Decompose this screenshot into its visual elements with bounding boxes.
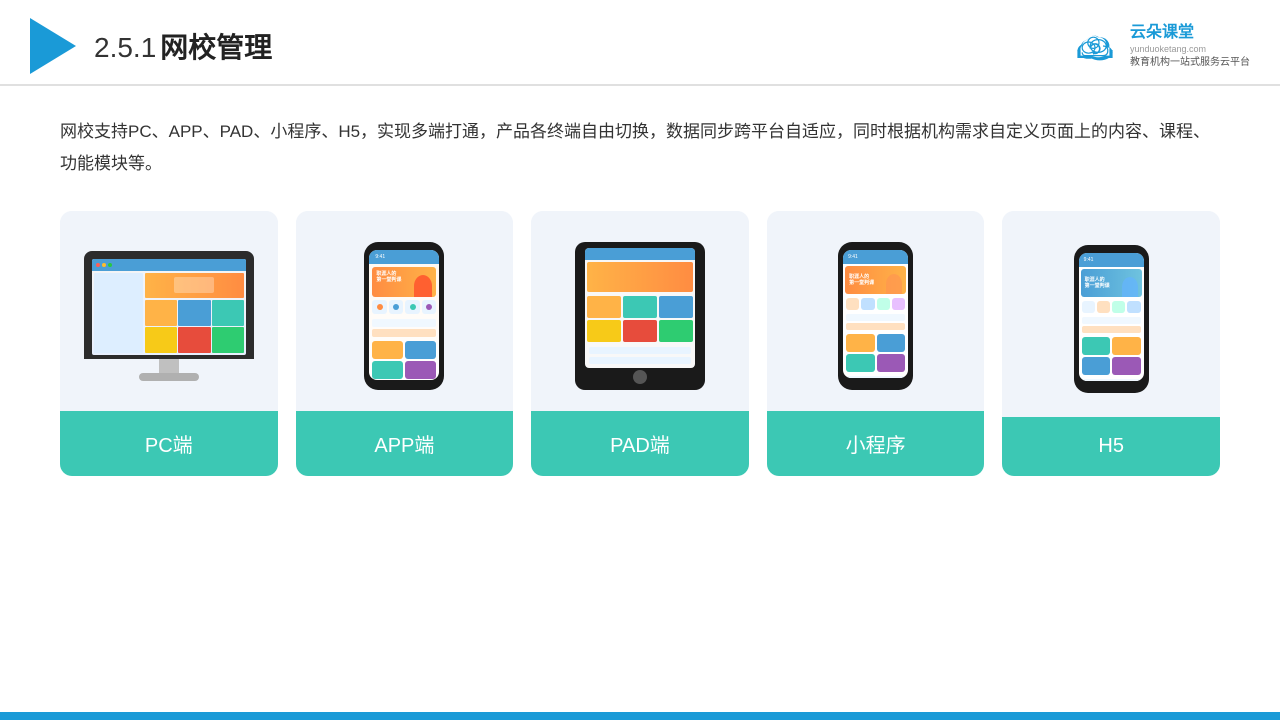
card-app: 9:41 职涯人的第一堂判课 [296, 211, 514, 476]
card-miniprogram-label: 小程序 [767, 411, 985, 476]
brand-text-block: 云朵课堂 yunduoketang.com 教育机构一站式服务云平台 [1130, 23, 1250, 68]
section-number: 2.5.1 [94, 32, 156, 63]
tablet-mockup [575, 242, 705, 390]
monitor-mockup [84, 251, 254, 381]
card-h5-image: 9:41 职涯人的第一堂判课 [1002, 211, 1220, 417]
card-pad-image [531, 211, 749, 411]
brand-logo: 云朵课堂 yunduoketang.com 教育机构一站式服务云平台 [1070, 23, 1250, 68]
card-h5: 9:41 职涯人的第一堂判课 [1002, 211, 1220, 476]
main-content: 网校支持PC、APP、PAD、小程序、H5，实现多端打通，产品各终端自由切换，数… [0, 86, 1280, 496]
mini-phone-mockup-1: 9:41 职涯人的第一堂判课 [838, 242, 913, 390]
phone-mockup: 9:41 职涯人的第一堂判课 [364, 242, 444, 390]
card-h5-label: H5 [1002, 417, 1220, 476]
card-pad-label: PAD端 [531, 411, 749, 476]
brand-url: yunduoketang.com [1130, 44, 1250, 56]
bottom-bar [0, 712, 1280, 720]
card-pad: PAD端 [531, 211, 749, 476]
page-title: 2.5.1网校管理 [94, 26, 272, 66]
header-left: 2.5.1网校管理 [30, 18, 272, 74]
card-app-label: APP端 [296, 411, 514, 476]
cloud-icon [1070, 30, 1120, 62]
card-pc-label: PC端 [60, 411, 278, 476]
mini-phone-mockup-2: 9:41 职涯人的第一堂判课 [1074, 245, 1149, 393]
card-app-image: 9:41 职涯人的第一堂判课 [296, 211, 514, 411]
brand-slogan: 教育机构一站式服务云平台 [1130, 56, 1250, 69]
logo-icon [30, 18, 76, 74]
platform-cards-row: PC端 9:41 职涯人的第一堂判课 [60, 211, 1220, 476]
card-miniprogram-image: 9:41 职涯人的第一堂判课 [767, 211, 985, 411]
card-miniprogram: 9:41 职涯人的第一堂判课 [767, 211, 985, 476]
brand-name: 云朵课堂 [1130, 23, 1250, 44]
card-pc-image [60, 211, 278, 411]
card-pc: PC端 [60, 211, 278, 476]
description-text: 网校支持PC、APP、PAD、小程序、H5，实现多端打通，产品各终端自由切换，数… [60, 116, 1220, 181]
header: 2.5.1网校管理 [0, 0, 1280, 86]
